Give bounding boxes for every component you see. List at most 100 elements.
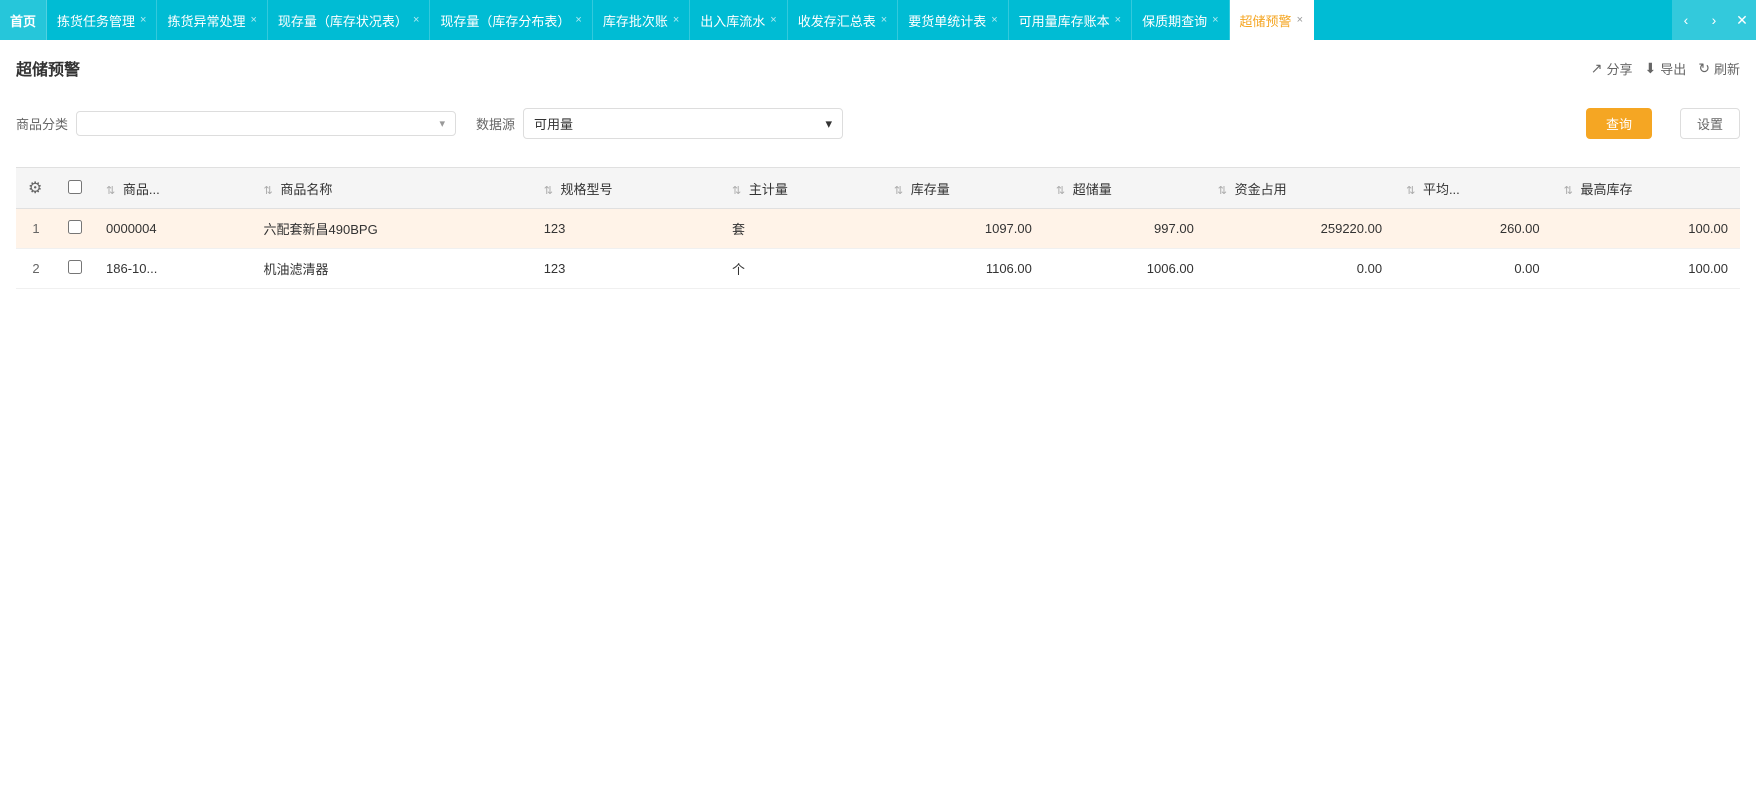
nav-label-abnormal: 拣货异常处理 xyxy=(167,11,245,30)
data-source-filter: 数据源 可用量 ▾ xyxy=(476,108,843,139)
nav-label-batch-account: 库存批次账 xyxy=(603,11,668,30)
nav-close-stock-dist[interactable]: × xyxy=(575,14,581,26)
col-spec-header[interactable]: ⇅ 规格型号 xyxy=(532,168,720,209)
nav-item-stock-status[interactable]: 现存量（库存状况表） × xyxy=(268,0,430,40)
sort-spec-icon: ⇅ xyxy=(544,185,553,197)
row-product-name-1: 机油滤清器 xyxy=(252,249,532,289)
header-actions: ↗ 分享 ⬇ 导出 ↻ 刷新 xyxy=(1591,59,1740,78)
row-overstock-0: 997.00 xyxy=(1044,209,1206,249)
col-avg-header[interactable]: ⇅ 平均... xyxy=(1394,168,1552,209)
nav-home[interactable]: 首页 xyxy=(0,0,47,40)
nav-close-abnormal[interactable]: × xyxy=(250,14,256,26)
nav-item-batch-account[interactable]: 库存批次账 × xyxy=(593,0,690,40)
sort-overstock-icon: ⇅ xyxy=(1056,185,1065,197)
row-unit-1: 个 xyxy=(720,249,882,289)
data-source-value: 可用量 xyxy=(534,114,573,133)
nav-close-stock-status[interactable]: × xyxy=(413,14,419,26)
nav-item-inout-flow[interactable]: 出入库流水 × xyxy=(690,0,787,40)
export-button[interactable]: ⬇ 导出 xyxy=(1645,59,1687,78)
data-source-label: 数据源 xyxy=(476,114,515,133)
row-checkbox-1[interactable] xyxy=(68,260,82,274)
product-category-label: 商品分类 xyxy=(16,114,68,133)
nav-close-quality-check[interactable]: × xyxy=(1212,14,1218,26)
table-row: 2 186-10... 机油滤清器 123 个 1106.00 1006.00 … xyxy=(16,249,1740,289)
row-product-code-0: 0000004 xyxy=(94,209,252,249)
data-table: ⚙ ⇅ 商品... ⇅ 商品名称 ⇅ 规格型号 ⇅ xyxy=(16,167,1740,289)
col-product-code-header[interactable]: ⇅ 商品... xyxy=(94,168,252,209)
row-overstock-1: 1006.00 xyxy=(1044,249,1206,289)
nav-close-inout-flow[interactable]: × xyxy=(770,14,776,26)
nav-label-recv-send: 收发存汇总表 xyxy=(798,11,876,30)
nav-label-overstock: 超储预警 xyxy=(1240,11,1292,30)
col-product-name-header[interactable]: ⇅ 商品名称 xyxy=(252,168,532,209)
nav-item-quality-check[interactable]: 保质期查询 × xyxy=(1132,0,1229,40)
nav-item-task-mgmt[interactable]: 拣货任务管理 × xyxy=(47,0,157,40)
nav-close-recv-send[interactable]: × xyxy=(881,14,887,26)
row-max-stock-1: 100.00 xyxy=(1552,249,1740,289)
settings-button[interactable]: 设置 xyxy=(1680,108,1740,139)
query-button[interactable]: 查询 xyxy=(1586,108,1652,139)
top-navigation: 首页 拣货任务管理 × 拣货异常处理 × 现存量（库存状况表） × 现存量（库存… xyxy=(0,0,1756,40)
row-checkbox-0[interactable] xyxy=(68,220,82,234)
nav-close-task-mgmt[interactable]: × xyxy=(140,14,146,26)
nav-close-overstock[interactable]: × xyxy=(1297,14,1303,26)
product-category-chevron-icon: ▾ xyxy=(439,117,445,130)
row-capital-1: 0.00 xyxy=(1206,249,1394,289)
sort-product-name-icon: ⇅ xyxy=(264,185,273,197)
row-avg-0: 260.00 xyxy=(1394,209,1552,249)
data-source-chevron-icon: ▾ xyxy=(826,116,833,132)
page-header: 超储预警 ↗ 分享 ⬇ 导出 ↻ 刷新 xyxy=(16,56,1740,80)
export-label: 导出 xyxy=(1660,59,1686,78)
data-source-select[interactable]: 可用量 ▾ xyxy=(523,108,843,139)
table-row: 1 0000004 六配套新昌490BPG 123 套 1097.00 997.… xyxy=(16,209,1740,249)
row-spec-1: 123 xyxy=(532,249,720,289)
row-capital-0: 259220.00 xyxy=(1206,209,1394,249)
product-category-select[interactable]: ▾ xyxy=(76,111,456,136)
select-all-checkbox[interactable] xyxy=(68,180,82,194)
nav-item-stock-dist[interactable]: 现存量（库存分布表） × xyxy=(430,0,592,40)
nav-close-order-stats[interactable]: × xyxy=(991,14,997,26)
row-index-1: 2 xyxy=(16,249,56,289)
col-check-header xyxy=(56,168,94,209)
nav-item-abnormal[interactable]: 拣货异常处理 × xyxy=(157,0,267,40)
table-header-row: ⚙ ⇅ 商品... ⇅ 商品名称 ⇅ 规格型号 ⇅ xyxy=(16,168,1740,209)
col-unit-header[interactable]: ⇅ 主计量 xyxy=(720,168,882,209)
sort-capital-icon: ⇅ xyxy=(1218,185,1227,197)
sort-max-stock-icon: ⇅ xyxy=(1564,185,1573,197)
nav-item-overstock[interactable]: 超储预警 × xyxy=(1230,0,1314,40)
share-button[interactable]: ↗ 分享 xyxy=(1591,59,1633,78)
nav-item-recv-send[interactable]: 收发存汇总表 × xyxy=(788,0,898,40)
share-label: 分享 xyxy=(1606,59,1632,78)
row-product-code-1: 186-10... xyxy=(94,249,252,289)
row-stock-0: 1097.00 xyxy=(882,209,1044,249)
nav-close-batch-account[interactable]: × xyxy=(673,14,679,26)
column-settings-icon[interactable]: ⚙ xyxy=(28,180,42,197)
nav-item-order-stats[interactable]: 要货单统计表 × xyxy=(898,0,1008,40)
sort-avg-icon: ⇅ xyxy=(1406,185,1415,197)
page-title: 超储预警 xyxy=(16,56,80,80)
nav-close-all-button[interactable]: ✕ xyxy=(1728,0,1756,40)
nav-item-available-ledger[interactable]: 可用量库存账本 × xyxy=(1009,0,1132,40)
page-content: 超储预警 ↗ 分享 ⬇ 导出 ↻ 刷新 商品分类 ▾ 数据源 xyxy=(0,40,1756,800)
row-index-0: 1 xyxy=(16,209,56,249)
col-capital-header[interactable]: ⇅ 资金占用 xyxy=(1206,168,1394,209)
nav-label-task-mgmt: 拣货任务管理 xyxy=(57,11,135,30)
nav-label-available-ledger: 可用量库存账本 xyxy=(1019,11,1110,30)
share-icon: ↗ xyxy=(1591,60,1603,77)
nav-close-available-ledger[interactable]: × xyxy=(1115,14,1121,26)
row-stock-1: 1106.00 xyxy=(882,249,1044,289)
col-overstock-header[interactable]: ⇅ 超储量 xyxy=(1044,168,1206,209)
refresh-button[interactable]: ↻ 刷新 xyxy=(1698,59,1740,78)
col-max-stock-header[interactable]: ⇅ 最高库存 xyxy=(1552,168,1740,209)
nav-prev-button[interactable]: ‹ xyxy=(1672,0,1700,40)
nav-next-button[interactable]: › xyxy=(1700,0,1728,40)
refresh-label: 刷新 xyxy=(1714,59,1740,78)
sort-unit-icon: ⇅ xyxy=(732,185,741,197)
col-settings: ⚙ xyxy=(16,168,56,209)
nav-label-stock-dist: 现存量（库存分布表） xyxy=(440,11,570,30)
export-icon: ⬇ xyxy=(1645,60,1657,77)
row-avg-1: 0.00 xyxy=(1394,249,1552,289)
nav-arrows: ‹ › ✕ xyxy=(1672,0,1756,40)
col-stock-header[interactable]: ⇅ 库存量 xyxy=(882,168,1044,209)
nav-label-quality-check: 保质期查询 xyxy=(1142,11,1207,30)
